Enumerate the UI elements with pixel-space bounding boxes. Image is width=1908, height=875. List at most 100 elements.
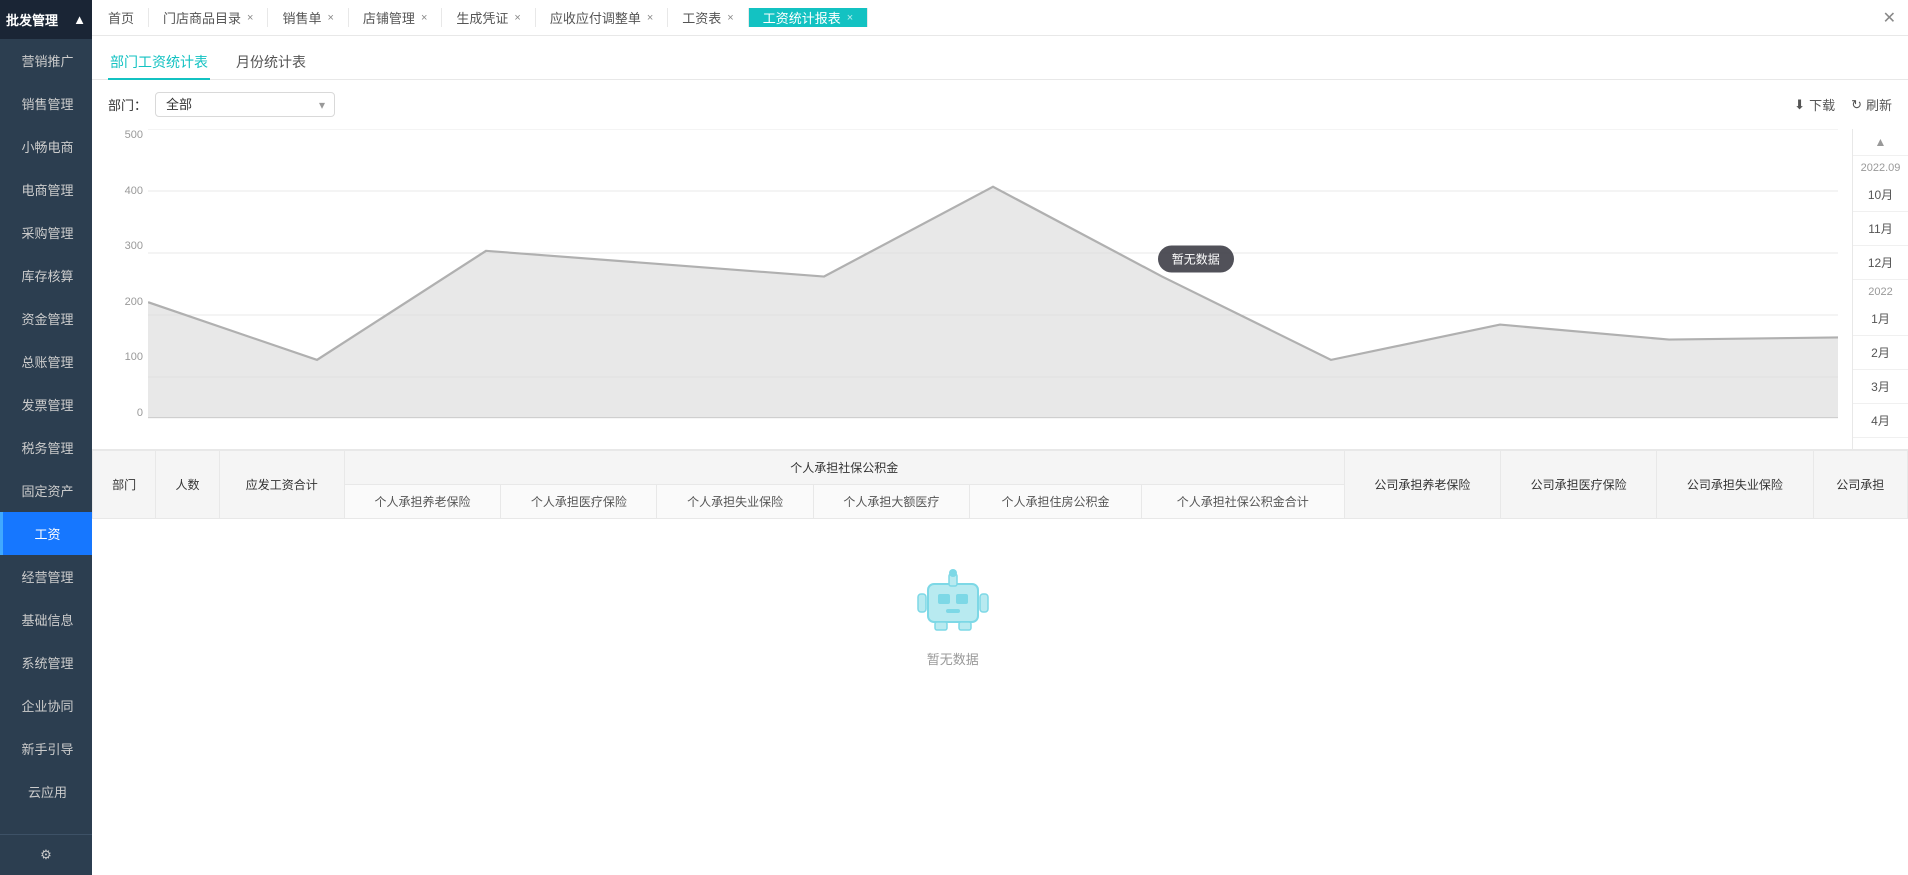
sidebar-item-发票管理[interactable]: 发票管理 [0, 383, 92, 426]
sidebar-title: 批发管理 [6, 10, 58, 29]
tab-label-生成凭证: 生成凭证 [456, 8, 508, 27]
tab-应收应付调整单[interactable]: 应收应付调整单 × [536, 8, 668, 27]
th-total-wage: 应发工资合计 [219, 451, 344, 519]
toolbar-left: 部门： 全部 [108, 92, 335, 117]
th-company-other: 公司承担 [1813, 451, 1907, 519]
date-year-2022: 2022 [1853, 280, 1908, 302]
th-company-unemp: 公司承担失业保险 [1657, 451, 1813, 519]
download-icon: ⬇ [1794, 97, 1805, 113]
sidebar-item-总账管理[interactable]: 总账管理 [0, 340, 92, 383]
sidebar-item-电商管理[interactable]: 电商管理 [0, 168, 92, 211]
date-panel-up[interactable]: ▲ [1853, 129, 1908, 156]
sidebar-item-营销推广[interactable]: 营销推广 [0, 39, 92, 82]
tab-label-应收应付调整单: 应收应付调整单 [550, 8, 641, 27]
sidebar-item-云应用[interactable]: 云应用 [0, 770, 92, 813]
sub-tabs: 部门工资统计表月份统计表 [92, 36, 1908, 80]
tab-label-工资统计报表: 工资统计报表 [763, 8, 841, 27]
th-personal-housing: 个人承担住房公积金 [970, 485, 1142, 519]
date-item-4[interactable]: 4月 [1853, 404, 1908, 438]
refresh-button[interactable]: ↻ 刷新 [1851, 95, 1892, 114]
th-count: 人数 [156, 451, 219, 519]
y-axis: 0 100 200 300 400 500 [108, 129, 143, 439]
download-button[interactable]: ⬇ 下载 [1794, 95, 1835, 114]
y-label-400: 400 [108, 185, 143, 197]
refresh-label: 刷新 [1866, 95, 1892, 114]
tab-close-工资统计报表[interactable]: × [847, 12, 853, 24]
toolbar: 部门： 全部 ⬇ 下载 ↻ 刷新 [92, 80, 1908, 129]
sidebar-footer-settings[interactable]: ⚙ [0, 834, 92, 875]
th-personal-major-medical: 个人承担大额医疗 [813, 485, 969, 519]
sidebar-item-库存核算[interactable]: 库存核算 [0, 254, 92, 297]
date-item-3[interactable]: 3月 [1853, 370, 1908, 404]
empty-cell: 暂无数据 [93, 519, 1814, 709]
sidebar-item-资金管理[interactable]: 资金管理 [0, 297, 92, 340]
tab-工资表[interactable]: 工资表 × [668, 8, 748, 27]
sidebar-item-企业协同[interactable]: 企业协同 [0, 684, 92, 727]
sidebar-item-基础信息[interactable]: 基础信息 [0, 598, 92, 641]
y-label-500: 500 [108, 129, 143, 141]
tab-label-门店商品目录: 门店商品目录 [163, 8, 241, 27]
empty-text: 暂无数据 [927, 649, 979, 668]
tab-close-生成凭证[interactable]: × [514, 12, 520, 24]
tab-门店商品目录[interactable]: 门店商品目录 × [149, 8, 268, 27]
date-item-10[interactable]: 10月 [1853, 178, 1908, 212]
sidebar-item-工资[interactable]: 工资 [0, 512, 92, 555]
toolbar-right: ⬇ 下载 ↻ 刷新 [1794, 95, 1892, 114]
date-year-2022-label: 2022.09 [1853, 156, 1908, 178]
main-area: 首页门店商品目录×销售单×店铺管理×生成凭证×应收应付调整单×工资表×工资统计报… [92, 0, 1908, 875]
th-company-medical: 公司承担医疗保险 [1500, 451, 1656, 519]
sidebar-collapse-icon: ▲ [73, 12, 86, 27]
tab-首页[interactable]: 首页 [92, 8, 149, 27]
tab-close-销售单[interactable]: × [327, 12, 333, 24]
sidebar-item-采购管理[interactable]: 采购管理 [0, 211, 92, 254]
dept-label: 部门： [108, 95, 147, 114]
tab-label-销售单: 销售单 [282, 8, 321, 27]
chart-area: 0 100 200 300 400 500 [92, 129, 1908, 449]
sidebar-item-固定资产[interactable]: 固定资产 [0, 469, 92, 512]
tab-label-工资表: 工资表 [682, 8, 721, 27]
date-item-1[interactable]: 1月 [1853, 302, 1908, 336]
date-item-5[interactable]: 5月 [1853, 438, 1908, 449]
th-personal-group: 个人承担社保公积金 [344, 451, 1344, 485]
close-all-tabs[interactable]: ✕ [1871, 0, 1908, 35]
subtab-部门工资统计表[interactable]: 部门工资统计表 [108, 46, 210, 80]
th-personal-unemp: 个人承担失业保险 [657, 485, 813, 519]
sidebar-item-销售管理[interactable]: 销售管理 [0, 82, 92, 125]
table-wrapper[interactable]: 部门 人数 应发工资合计 个人承担社保公积金 公司承担养老保险 公司承担医疗保险… [92, 449, 1908, 875]
date-item-2[interactable]: 2月 [1853, 336, 1908, 370]
th-personal-total: 个人承担社保公积金合计 [1141, 485, 1344, 519]
dept-select[interactable]: 全部 [155, 92, 335, 117]
tab-生成凭证[interactable]: 生成凭证 × [442, 8, 535, 27]
sidebar-item-小畅电商[interactable]: 小畅电商 [0, 125, 92, 168]
subtab-月份统计表[interactable]: 月份统计表 [234, 46, 308, 80]
th-personal-pension: 个人承担养老保险 [344, 485, 500, 519]
tab-销售单[interactable]: 销售单 × [268, 8, 348, 27]
y-label-300: 300 [108, 240, 143, 252]
date-item-12[interactable]: 12月 [1853, 246, 1908, 280]
sidebar-header[interactable]: 批发管理 ▲ [0, 0, 92, 39]
th-dept: 部门 [93, 451, 156, 519]
sidebar-item-新手引导[interactable]: 新手引导 [0, 727, 92, 770]
settings-icon: ⚙ [40, 847, 52, 862]
tab-label-首页: 首页 [108, 8, 134, 27]
tab-close-工资表[interactable]: × [727, 12, 733, 24]
chart-container: 0 100 200 300 400 500 [148, 129, 1838, 439]
tab-close-门店商品目录[interactable]: × [247, 12, 253, 24]
sidebar-item-税务管理[interactable]: 税务管理 [0, 426, 92, 469]
date-item-11[interactable]: 11月 [1853, 212, 1908, 246]
y-label-200: 200 [108, 296, 143, 308]
sidebar-item-经营管理[interactable]: 经营管理 [0, 555, 92, 598]
tab-店铺管理[interactable]: 店铺管理 × [349, 8, 442, 27]
tab-close-应收应付调整单[interactable]: × [647, 12, 653, 24]
chart-section: 0 100 200 300 400 500 [92, 129, 1908, 449]
chart-svg [148, 129, 1838, 439]
refresh-icon: ↻ [1851, 97, 1862, 113]
content-area: 部门工资统计表月份统计表 部门： 全部 ⬇ 下载 ↻ 刷新 [92, 36, 1908, 875]
sidebar-item-系统管理[interactable]: 系统管理 [0, 641, 92, 684]
tab-close-店铺管理[interactable]: × [421, 12, 427, 24]
empty-state: 暂无数据 [93, 519, 1814, 708]
tab-工资统计报表[interactable]: 工资统计报表 × [749, 8, 868, 27]
dept-select-wrapper: 全部 [155, 92, 335, 117]
top-tabs: 首页门店商品目录×销售单×店铺管理×生成凭证×应收应付调整单×工资表×工资统计报… [92, 0, 1908, 36]
tab-label-店铺管理: 店铺管理 [363, 8, 415, 27]
